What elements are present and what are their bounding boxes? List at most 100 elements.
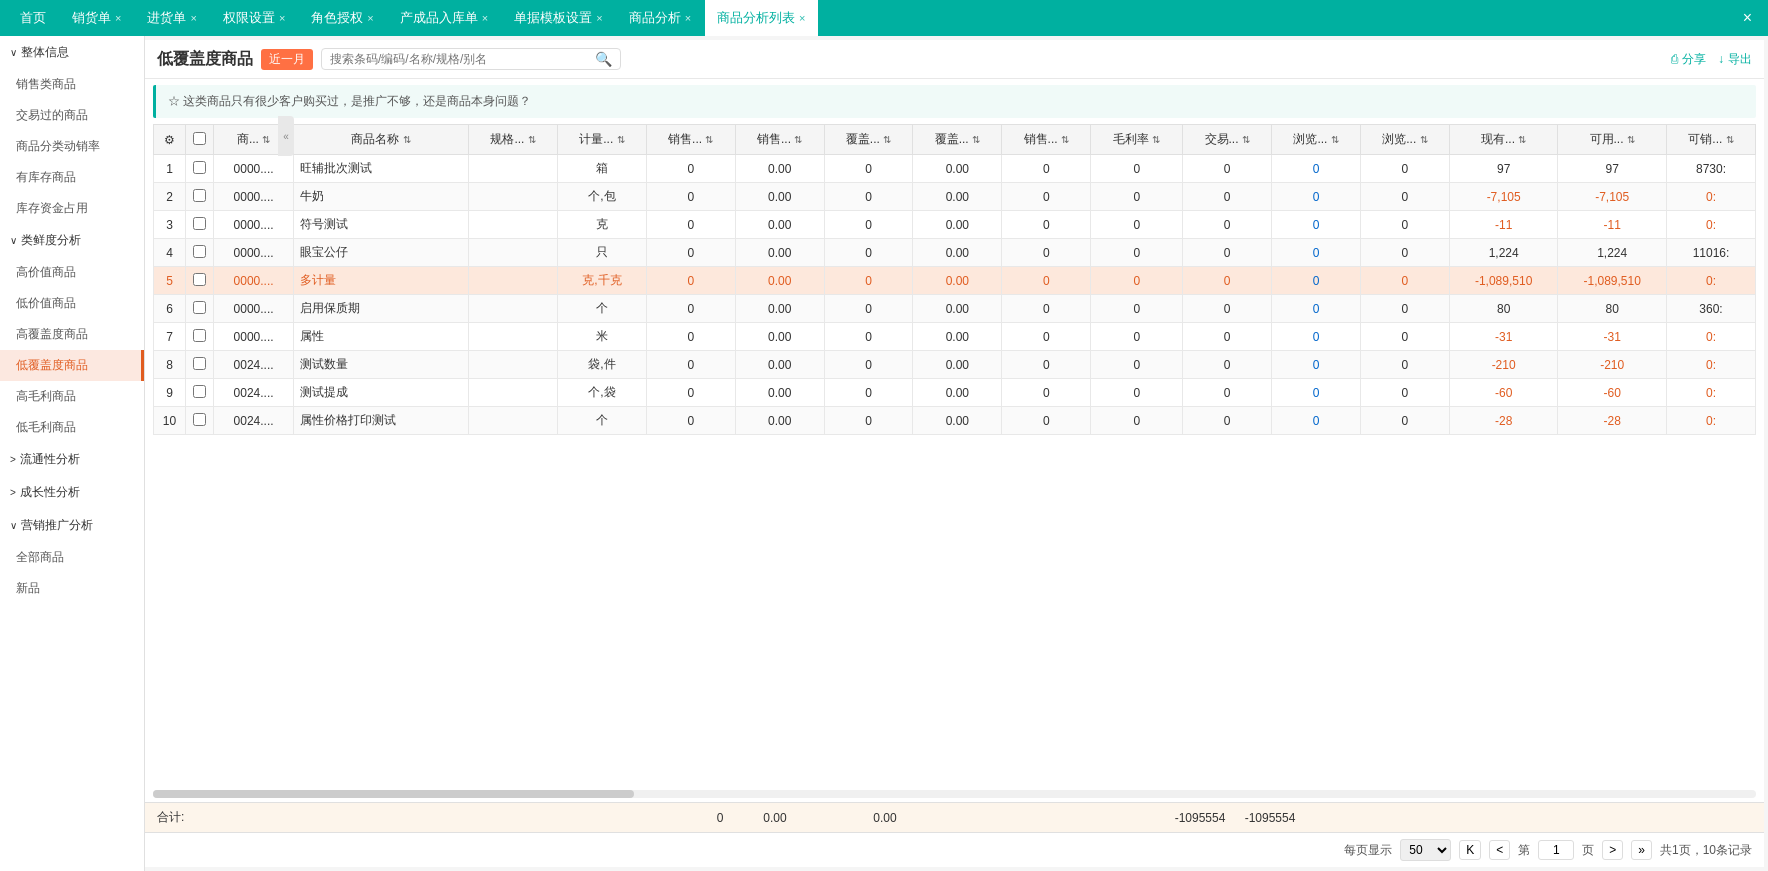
row-name[interactable]: 属性价格打印测试 [294, 407, 469, 435]
row-browse1[interactable]: 0 [1272, 323, 1361, 351]
nav-tab-purchase[interactable]: 进货单 × [135, 0, 208, 36]
sidebar-item-new-goods[interactable]: 新品 [0, 573, 144, 604]
row-checkbox-cell[interactable] [186, 155, 214, 183]
sidebar-section-overview[interactable]: ∨ 整体信息 [0, 36, 144, 69]
row-checkbox[interactable] [193, 273, 206, 286]
sidebar-item-sales-goods[interactable]: 销售类商品 [0, 69, 144, 100]
row-checkbox[interactable] [193, 301, 206, 314]
sidebar-section-marketing[interactable]: ∨ 营销推广分析 [0, 509, 144, 542]
row-checkbox-cell[interactable] [186, 323, 214, 351]
row-browse1[interactable]: 0 [1272, 155, 1361, 183]
row-checkbox[interactable] [193, 385, 206, 398]
row-name[interactable]: 牛奶 [294, 183, 469, 211]
row-checkbox-cell[interactable] [186, 211, 214, 239]
close-tab-sales[interactable]: × [115, 12, 121, 24]
row-browse1[interactable]: 0 [1272, 239, 1361, 267]
last-page-button[interactable]: » [1631, 840, 1652, 860]
row-checkbox-cell[interactable] [186, 407, 214, 435]
nav-tab-role[interactable]: 角色授权 × [299, 0, 385, 36]
row-browse1[interactable]: 0 [1272, 211, 1361, 239]
sidebar-item-low-value[interactable]: 低价值商品 [0, 288, 144, 319]
search-icon[interactable]: 🔍 [595, 51, 612, 67]
next-page-button[interactable]: > [1602, 840, 1623, 860]
sidebar-collapse-button[interactable]: « [278, 116, 294, 156]
row-browse1[interactable]: 0 [1272, 267, 1361, 295]
row-browse1[interactable]: 0 [1272, 295, 1361, 323]
share-button[interactable]: ⎙ 分享 [1671, 51, 1706, 68]
nav-tab-product-analysis-list[interactable]: 商品分析列表 × [705, 0, 817, 36]
close-all-tabs-button[interactable]: × [1735, 9, 1760, 27]
row-checkbox[interactable] [193, 217, 206, 230]
page-size-select[interactable]: 50 100 200 [1400, 839, 1451, 861]
close-tab-permission[interactable]: × [279, 12, 285, 24]
sidebar-section-growth[interactable]: > 成长性分析 [0, 476, 144, 509]
sidebar-item-low-coverage[interactable]: 低覆盖度商品 [0, 350, 144, 381]
row-name[interactable]: 启用保质期 [294, 295, 469, 323]
scrollbar-thumb[interactable] [153, 790, 634, 798]
sidebar-item-low-gross[interactable]: 低毛利商品 [0, 412, 144, 443]
row-browse1[interactable]: 0 [1272, 407, 1361, 435]
page-number-input[interactable] [1538, 840, 1574, 860]
horizontal-scrollbar[interactable] [153, 790, 1756, 798]
row-name[interactable]: 属性 [294, 323, 469, 351]
sidebar-section-freshness[interactable]: ∨ 类鲜度分析 [0, 224, 144, 257]
row-gross-rate: 0 [1091, 239, 1183, 267]
row-checkbox[interactable] [193, 329, 206, 342]
sidebar-item-stock-fund[interactable]: 库存资金占用 [0, 193, 144, 224]
close-tab-role[interactable]: × [367, 12, 373, 24]
row-browse1[interactable]: 0 [1272, 351, 1361, 379]
nav-tab-product-warehouse[interactable]: 产成品入库单 × [388, 0, 500, 36]
nav-tab-sales[interactable]: 销货单 × [60, 0, 133, 36]
sidebar-section-circulation[interactable]: > 流通性分析 [0, 443, 144, 476]
row-name[interactable]: 多计量 [294, 267, 469, 295]
sidebar-item-high-coverage[interactable]: 高覆盖度商品 [0, 319, 144, 350]
row-checkbox-cell[interactable] [186, 379, 214, 407]
close-tab-purchase[interactable]: × [190, 12, 196, 24]
row-checkbox-cell[interactable] [186, 351, 214, 379]
row-name[interactable]: 眼宝公仔 [294, 239, 469, 267]
first-page-button[interactable]: K [1459, 840, 1481, 860]
row-checkbox-cell[interactable] [186, 183, 214, 211]
sidebar-item-traded-goods[interactable]: 交易过的商品 [0, 100, 144, 131]
row-name[interactable]: 旺辅批次测试 [294, 155, 469, 183]
row-checkbox[interactable] [193, 161, 206, 174]
sidebar-item-high-value[interactable]: 高价值商品 [0, 257, 144, 288]
nav-tab-product-analysis[interactable]: 商品分析 × [617, 0, 703, 36]
export-button[interactable]: ↓ 导出 [1718, 51, 1752, 68]
row-name[interactable]: 符号测试 [294, 211, 469, 239]
row-cover-count: 0 [824, 323, 913, 351]
row-checkbox-cell[interactable] [186, 295, 214, 323]
row-checkbox[interactable] [193, 189, 206, 202]
row-name[interactable]: 测试数量 [294, 351, 469, 379]
search-input[interactable] [330, 52, 591, 66]
select-all-checkbox[interactable] [193, 132, 206, 145]
row-cover-count: 0 [824, 351, 913, 379]
prev-page-button[interactable]: < [1489, 840, 1510, 860]
row-sales-amt: 0.00 [735, 295, 824, 323]
row-browse2: 0 [1361, 155, 1450, 183]
row-checkbox-cell[interactable] [186, 267, 214, 295]
sidebar-item-category-sales-rate[interactable]: 商品分类动销率 [0, 131, 144, 162]
sidebar-item-high-gross[interactable]: 高毛利商品 [0, 381, 144, 412]
nav-tab-home[interactable]: 首页 [8, 0, 58, 36]
close-tab-template[interactable]: × [596, 12, 602, 24]
close-tab-product-analysis[interactable]: × [685, 12, 691, 24]
row-browse1[interactable]: 0 [1272, 379, 1361, 407]
row-browse1[interactable]: 0 [1272, 183, 1361, 211]
period-button[interactable]: 近一月 [261, 49, 313, 70]
col-checkbox-header[interactable] [186, 125, 214, 155]
nav-tab-permission[interactable]: 权限设置 × [211, 0, 297, 36]
nav-tab-template[interactable]: 单据模板设置 × [502, 0, 614, 36]
close-tab-product-analysis-list[interactable]: × [799, 12, 805, 24]
row-checkbox[interactable] [193, 357, 206, 370]
col-settings[interactable]: ⚙ [154, 125, 186, 155]
row-checkbox-cell[interactable] [186, 239, 214, 267]
row-checkbox[interactable] [193, 413, 206, 426]
row-code: 0024.... [214, 351, 294, 379]
sidebar-item-stocked-goods[interactable]: 有库存商品 [0, 162, 144, 193]
close-tab-product-warehouse[interactable]: × [482, 12, 488, 24]
sidebar-item-all-goods[interactable]: 全部商品 [0, 542, 144, 573]
row-checkbox[interactable] [193, 245, 206, 258]
table-row: 1 0000.... 旺辅批次测试 箱 0 0.00 0 0.00 0 0 0 … [154, 155, 1756, 183]
row-name[interactable]: 测试提成 [294, 379, 469, 407]
